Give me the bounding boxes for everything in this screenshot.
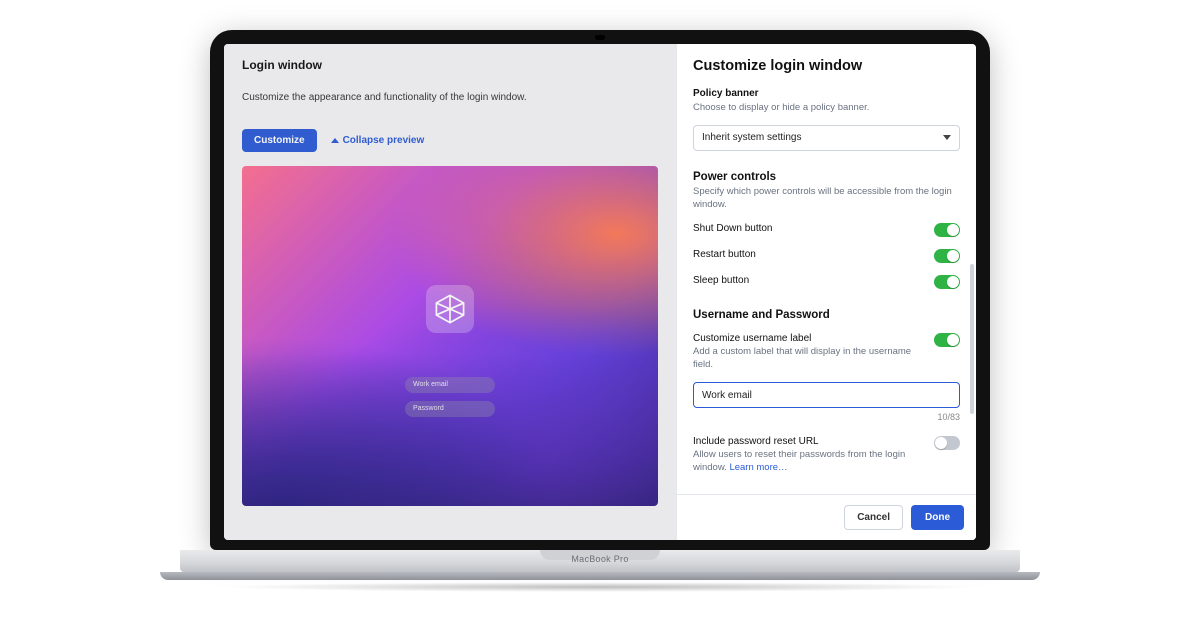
username-label-input[interactable] xyxy=(693,382,960,408)
chevron-down-icon xyxy=(943,135,951,140)
custom-username-toggle[interactable] xyxy=(934,333,960,347)
panel-title: Customize login window xyxy=(693,58,960,74)
learn-more-link[interactable]: Learn more… xyxy=(729,462,787,473)
power-controls-heading: Power controls xyxy=(693,171,960,183)
sleep-toggle[interactable] xyxy=(934,275,960,289)
restart-toggle[interactable] xyxy=(934,249,960,263)
main-content: Login window Customize the appearance an… xyxy=(224,44,676,540)
power-controls-subtext: Specify which power controls will be acc… xyxy=(693,186,960,212)
laptop-screen: Login window Customize the appearance an… xyxy=(224,44,976,540)
restart-label: Restart button xyxy=(693,249,756,260)
policy-banner-subtext: Choose to display or hide a policy banne… xyxy=(693,102,960,115)
password-reset-subtext: Allow users to reset their passwords fro… xyxy=(693,449,924,475)
laptop-brand: MacBook Pro xyxy=(571,554,628,564)
policy-banner-select[interactable]: Inherit system settings xyxy=(693,125,960,151)
laptop-base: MacBook Pro xyxy=(140,550,1060,590)
camera-notch xyxy=(595,35,605,40)
sleep-label: Sleep button xyxy=(693,275,749,286)
custom-username-subtext: Add a custom label that will display in … xyxy=(693,346,924,372)
cancel-button[interactable]: Cancel xyxy=(844,505,903,530)
char-counter: 10/83 xyxy=(693,412,960,422)
modal-scrim xyxy=(224,44,676,540)
policy-banner-heading: Policy banner xyxy=(693,88,960,99)
username-password-heading: Username and Password xyxy=(693,309,960,321)
policy-banner-selected: Inherit system settings xyxy=(702,132,801,143)
password-reset-toggle[interactable] xyxy=(934,436,960,450)
scrollbar-thumb[interactable] xyxy=(970,264,974,414)
done-button[interactable]: Done xyxy=(911,505,964,530)
shutdown-label: Shut Down button xyxy=(693,223,773,234)
custom-username-title: Customize username label xyxy=(693,333,924,344)
shutdown-toggle[interactable] xyxy=(934,223,960,237)
panel-footer: Cancel Done xyxy=(677,494,976,540)
password-reset-title: Include password reset URL xyxy=(693,436,924,447)
customize-panel: Customize login window Policy banner Cho… xyxy=(676,44,976,540)
